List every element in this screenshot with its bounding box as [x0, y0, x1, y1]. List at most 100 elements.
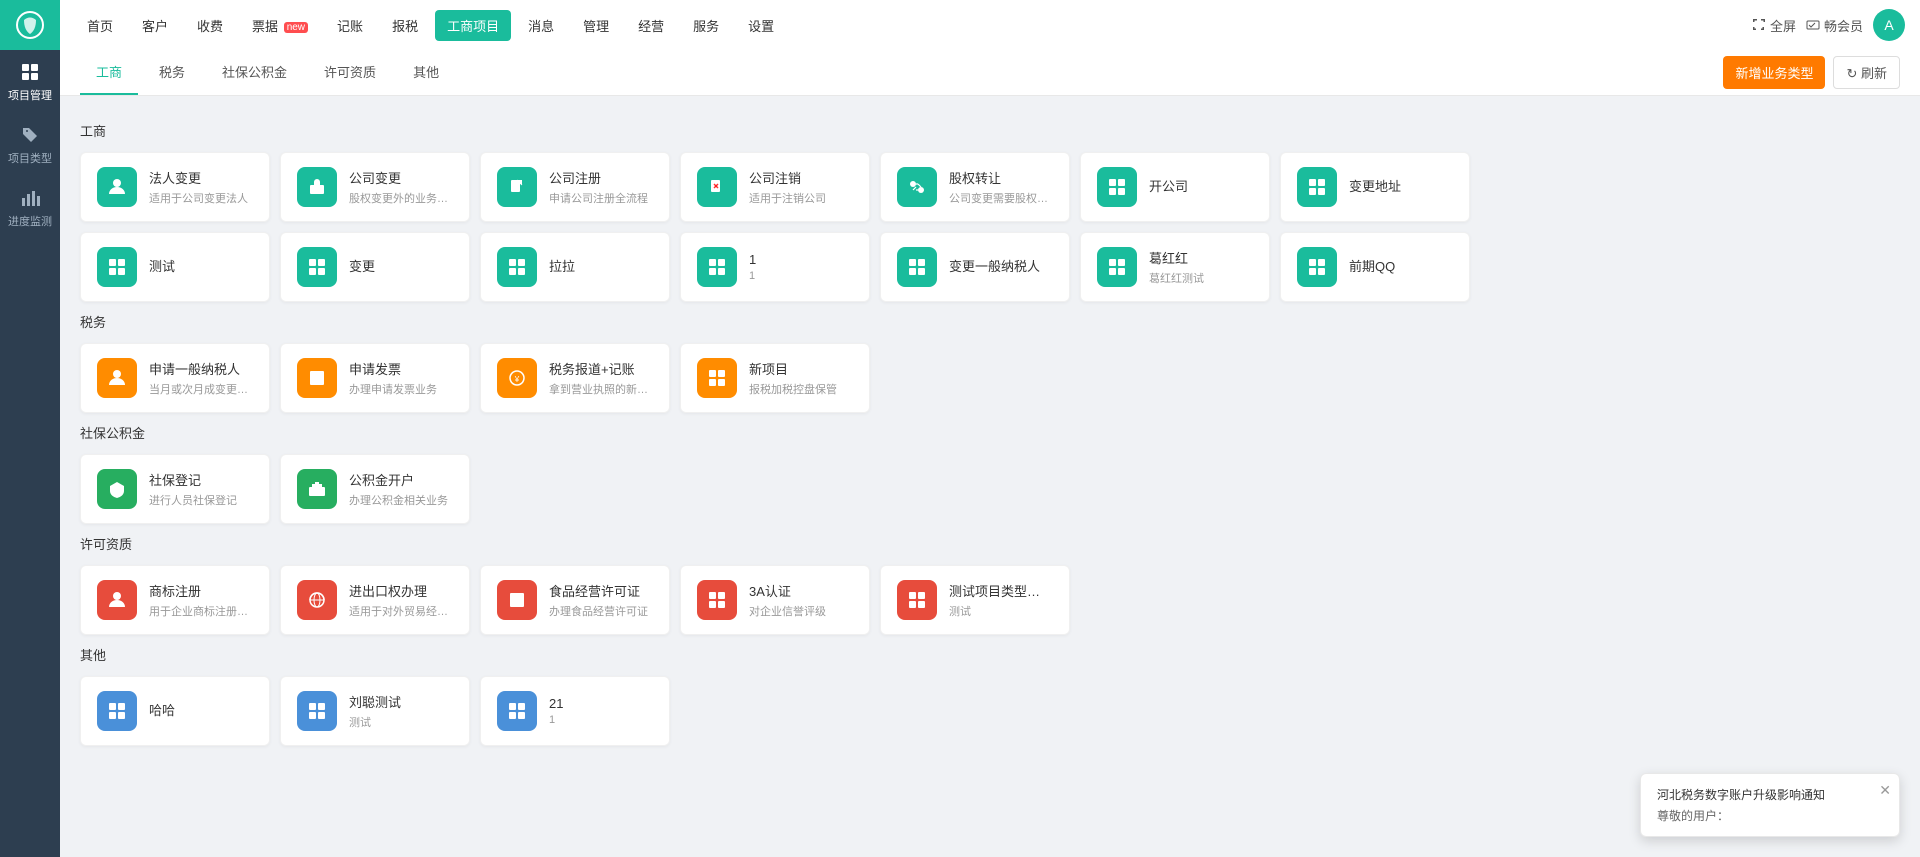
card-gongsi-zhuce[interactable]: 公司注册 申请公司注册全流程 [480, 152, 670, 222]
card-desc: 1 [749, 270, 853, 282]
card-gegenghong[interactable]: 葛红红 葛红红测试 [1080, 232, 1270, 302]
nav-bookkeeping[interactable]: 记账 [325, 10, 375, 41]
card-3a-cert[interactable]: 3A认证 对企业信誉评级 [680, 565, 870, 635]
card-icon-liucong [297, 691, 337, 731]
card-desc: 公司变更需要股权转让 [949, 190, 1053, 206]
card-title: 前期QQ [1349, 256, 1453, 275]
nav-settings[interactable]: 设置 [736, 10, 786, 41]
card-shebao-dengji[interactable]: 社保登记 进行人员社保登记 [80, 454, 270, 524]
card-food-license[interactable]: 食品经营许可证 办理食品经营许可证 [480, 565, 670, 635]
nav-message[interactable]: 消息 [516, 10, 566, 41]
card-desc: 适用于对外贸易经营者 [349, 603, 453, 619]
card-icon-test1 [97, 247, 137, 287]
card-icon-invoice [297, 358, 337, 398]
card-guquan-zhuanrang[interactable]: 股权转让 公司变更需要股权转让 [880, 152, 1070, 222]
card-kaigongsi[interactable]: 开公司 [1080, 152, 1270, 222]
card-icon-import-export [297, 580, 337, 620]
card-desc: 股权变更外的业务变更 [349, 190, 453, 206]
nav-manage[interactable]: 管理 [571, 10, 621, 41]
nav-service[interactable]: 服务 [681, 10, 731, 41]
card-biangeng-納税[interactable]: 变更一般纳税人 [880, 232, 1070, 302]
card-apply-invoice[interactable]: 申请发票 办理申请发票业务 [280, 343, 470, 413]
fullscreen-btn[interactable]: 全屏 [1752, 16, 1796, 35]
vip-btn[interactable]: 畅会员 [1806, 16, 1863, 35]
card-biangeng2[interactable]: 变更 [280, 232, 470, 302]
subtab-xuke[interactable]: 许可资质 [308, 50, 392, 95]
card-test-type[interactable]: 测试项目类型目定义 测试 [880, 565, 1070, 635]
sidebar-item-label: 进度监测 [8, 213, 52, 229]
card-title: 测试 [149, 256, 253, 275]
shebao-cards: 社保登记 进行人员社保登记 公积金开户 办理公积金相关业务 [80, 454, 1900, 524]
avatar[interactable]: A [1873, 9, 1905, 41]
new-badge: new [284, 22, 308, 33]
card-lala[interactable]: 拉拉 [480, 232, 670, 302]
card-icon-cancel [697, 167, 737, 207]
sidebar-item-project-manage[interactable]: 项目管理 [0, 50, 60, 113]
card-gongsi-zhuxiao[interactable]: 公司注销 适用于注销公司 [680, 152, 870, 222]
card-apply-taxpayer[interactable]: 申请一般纳税人 当月或次月成变更完成 [80, 343, 270, 413]
card-desc: 办理食品经营许可证 [549, 603, 653, 619]
card-trademark[interactable]: 商标注册 用于企业商标注册服务 [80, 565, 270, 635]
card-desc: 1 [549, 714, 653, 726]
subtab-shebao[interactable]: 社保公积金 [206, 50, 303, 95]
new-business-type-button[interactable]: 新增业务类型 [1723, 56, 1825, 89]
card-title: 公积金开户 [349, 470, 453, 489]
card-import-export[interactable]: 进出口权办理 适用于对外贸易经营者 [280, 565, 470, 635]
subtab-other[interactable]: 其他 [397, 50, 455, 95]
card-title: 法人变更 [149, 168, 253, 187]
card-haha[interactable]: 哈哈 [80, 676, 270, 746]
refresh-button[interactable]: ↻ 刷新 [1833, 56, 1900, 89]
card-desc: 适用于公司变更法人 [149, 190, 253, 206]
subtab-shuiwu[interactable]: 税务 [143, 50, 201, 95]
subtabs: 工商 税务 社保公积金 许可资质 其他 新增业务类型 ↻ 刷新 [60, 50, 1920, 96]
nav-operation[interactable]: 经营 [626, 10, 676, 41]
main-content: 首页 客户 收费 票据 new 记账 报税 工商项目 消息 管理 经营 服务 设… [60, 0, 1920, 857]
nav-home[interactable]: 首页 [75, 10, 125, 41]
shuiwu-cards: 申请一般纳税人 当月或次月成变更完成 申请发票 办理申请发票业务 [80, 343, 1900, 413]
card-desc: 测试 [349, 714, 453, 730]
topnav: 首页 客户 收费 票据 new 记账 报税 工商项目 消息 管理 经营 服务 设… [60, 0, 1920, 50]
card-icon-haha [97, 691, 137, 731]
gongshang-cards: 法人变更 适用于公司变更法人 公司变更 股权变更外的业务变更 [80, 152, 1900, 222]
card-gongsi-biangeng[interactable]: 公司变更 股权变更外的业务变更 [280, 152, 470, 222]
card-title: 公司注册 [549, 168, 653, 187]
sidebar-item-label: 项目管理 [8, 87, 52, 103]
sidebar-item-progress[interactable]: 进度监测 [0, 176, 60, 239]
card-faren-biangeng[interactable]: 法人变更 适用于公司变更法人 [80, 152, 270, 222]
fullscreen-label: 全屏 [1770, 16, 1796, 35]
sidebar: 项目管理 项目类型 进度监测 [0, 0, 60, 857]
card-title: 申请一般纳税人 [149, 359, 253, 378]
card-title: 开公司 [1149, 176, 1253, 195]
card-icon-change2 [297, 247, 337, 287]
nav-business[interactable]: 工商项目 [435, 10, 511, 41]
nav-customer[interactable]: 客户 [130, 10, 180, 41]
section-title-shuiwu: 税务 [80, 312, 1900, 331]
card-title: 社保登记 [149, 470, 253, 489]
notification-close-button[interactable]: ✕ [1879, 782, 1891, 799]
card-gjj-kaiku[interactable]: 公积金开户 办理公积金相关业务 [280, 454, 470, 524]
subtab-gongshang[interactable]: 工商 [80, 50, 138, 95]
card-biangeng-dizhi[interactable]: 变更地址 [1280, 152, 1470, 222]
fullscreen-icon [1752, 18, 1766, 32]
card-title: 哈哈 [149, 700, 253, 719]
card-icon-qq [1297, 247, 1337, 287]
nav-billing[interactable]: 收费 [185, 10, 235, 41]
card-one[interactable]: 1 1 [680, 232, 870, 302]
card-title: 公司变更 [349, 168, 453, 187]
card-desc: 对企业信誉评级 [749, 603, 853, 619]
card-title: 新项目 [749, 359, 853, 378]
card-liucong-test[interactable]: 刘聪测试 测试 [280, 676, 470, 746]
card-qianqi-qq[interactable]: 前期QQ [1280, 232, 1470, 302]
card-desc: 适用于注销公司 [749, 190, 853, 206]
card-tax-report[interactable]: ¥ 税务报道+记账 拿到营业执照的新公司 [480, 343, 670, 413]
card-new-project[interactable]: 新项目 报税加税控盘保管 [680, 343, 870, 413]
card-ceshi[interactable]: 测试 [80, 232, 270, 302]
card-21[interactable]: 21 1 [480, 676, 670, 746]
subtabs-container: 工商 税务 社保公积金 许可资质 其他 新增业务类型 ↻ 刷新 [60, 50, 1920, 96]
card-icon-new-project [697, 358, 737, 398]
nav-invoice[interactable]: 票据 new [240, 10, 320, 41]
card-title: 变更一般纳税人 [949, 256, 1053, 275]
nav-tax[interactable]: 报税 [380, 10, 430, 41]
xuke-cards: 商标注册 用于企业商标注册服务 进出口权办理 适用于对外贸易经营者 [80, 565, 1900, 635]
sidebar-item-project-type[interactable]: 项目类型 [0, 113, 60, 176]
